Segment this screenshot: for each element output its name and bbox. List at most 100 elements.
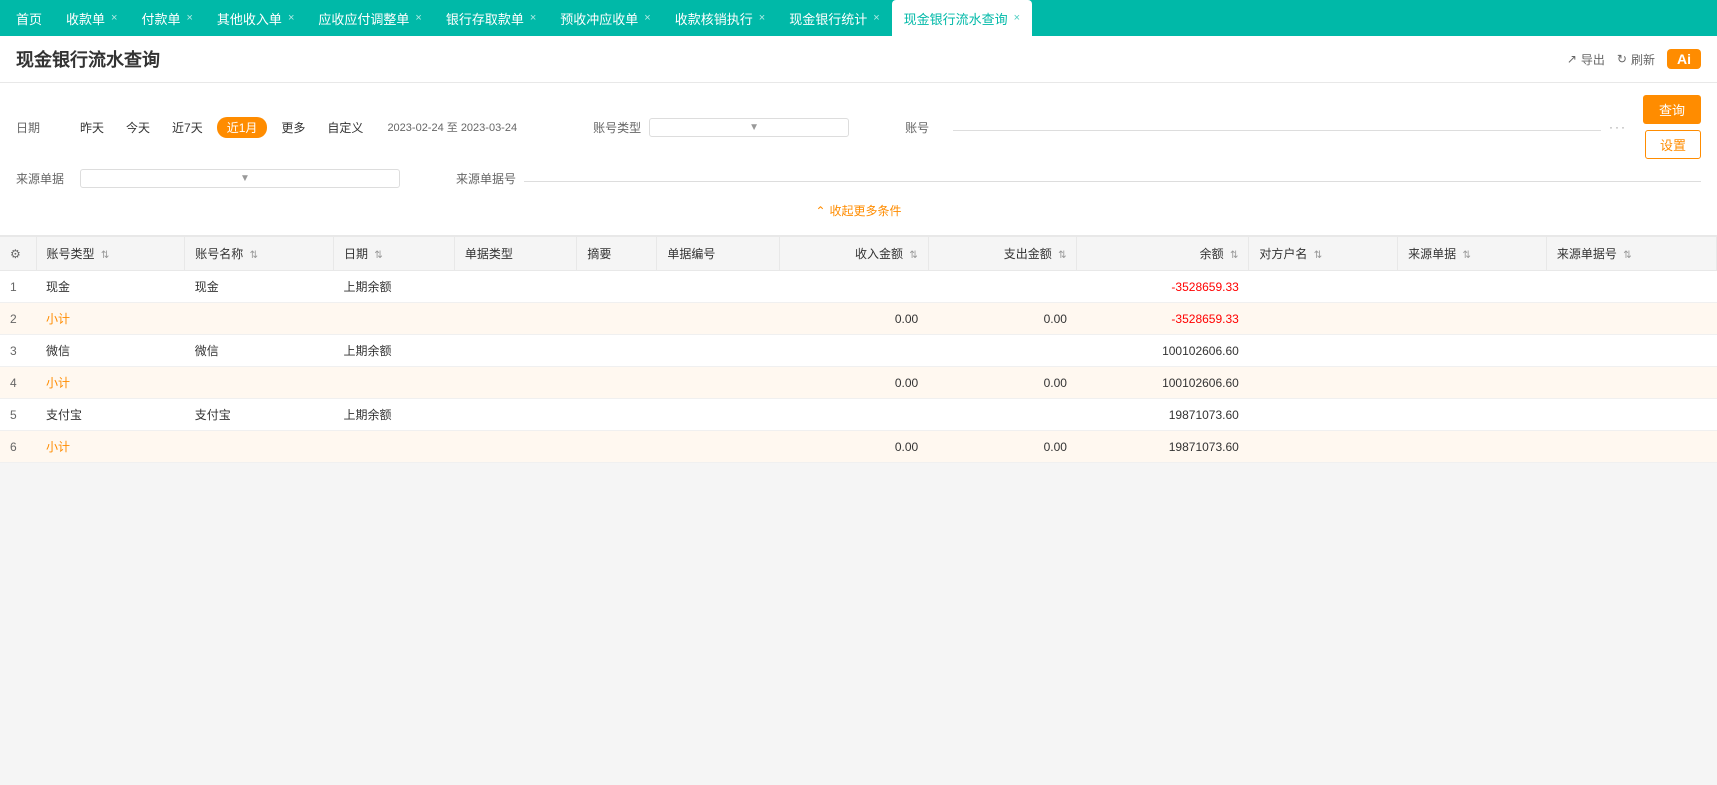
col-account-type[interactable]: 账号类型 ⇅ bbox=[36, 237, 185, 271]
account-input[interactable] bbox=[953, 124, 1601, 131]
account-type-label: 账号类型 bbox=[593, 119, 641, 136]
col-account-name[interactable]: 账号名称 ⇅ bbox=[185, 237, 334, 271]
collapse-more-btn[interactable]: ⌃ 收起更多条件 bbox=[16, 198, 1701, 223]
source-doc-num-label: 来源单据号 bbox=[456, 170, 516, 187]
nav-payment[interactable]: 付款单 × bbox=[129, 0, 204, 36]
cell-expense bbox=[928, 335, 1077, 367]
date-btn-7days[interactable]: 近7天 bbox=[164, 117, 211, 138]
cell-expense bbox=[928, 271, 1077, 303]
nav-home[interactable]: 首页 bbox=[4, 0, 54, 36]
account-more-icon[interactable]: ··· bbox=[1609, 120, 1627, 134]
close-icon[interactable]: × bbox=[111, 12, 117, 24]
cell-doc-type bbox=[454, 271, 577, 303]
nav-cash-flow[interactable]: 现金银行流水查询 × bbox=[892, 0, 1032, 36]
cell-counterpart bbox=[1249, 303, 1398, 335]
cell-summary bbox=[577, 335, 657, 367]
ai-button[interactable]: Ai bbox=[1667, 49, 1701, 69]
table-row: 2小计0.000.00-3528659.33 bbox=[0, 303, 1717, 335]
page-title: 现金银行流水查询 bbox=[16, 46, 160, 72]
source-doc-num-input[interactable] bbox=[524, 175, 1701, 182]
cell-balance: -3528659.33 bbox=[1077, 303, 1249, 335]
cell-account-type: 小计 bbox=[36, 431, 185, 463]
table-row: 6小计0.000.0019871073.60 bbox=[0, 431, 1717, 463]
col-income[interactable]: 收入金额 ⇅ bbox=[779, 237, 928, 271]
cell-num: 5 bbox=[0, 399, 36, 431]
cell-source-doc bbox=[1398, 431, 1547, 463]
cell-source-doc-num bbox=[1546, 303, 1716, 335]
query-button[interactable]: 查询 bbox=[1643, 95, 1701, 124]
nav-bank-deposit[interactable]: 银行存取款单 × bbox=[434, 0, 548, 36]
col-account-name-label: 账号名称 bbox=[195, 247, 243, 261]
close-icon[interactable]: × bbox=[415, 12, 421, 24]
cell-source-doc-num bbox=[1546, 431, 1716, 463]
account-type-select[interactable]: ▼ bbox=[649, 118, 849, 137]
date-btn-more[interactable]: 更多 bbox=[273, 117, 313, 138]
col-source-doc[interactable]: 来源单据 ⇅ bbox=[1398, 237, 1547, 271]
filter-row-date: 日期 昨天 今天 近7天 近1月 更多 自定义 2023-02-24 至 202… bbox=[16, 95, 1701, 159]
cell-expense: 0.00 bbox=[928, 367, 1077, 399]
nav-other-income[interactable]: 其他收入单 × bbox=[205, 0, 306, 36]
cell-balance: 19871073.60 bbox=[1077, 399, 1249, 431]
col-balance-label: 余额 bbox=[1200, 247, 1224, 261]
cell-date: 上期余额 bbox=[334, 335, 455, 367]
col-date[interactable]: 日期 ⇅ bbox=[334, 237, 455, 271]
export-button[interactable]: ↗ 导出 bbox=[1567, 51, 1605, 68]
settings-button[interactable]: 设置 bbox=[1645, 130, 1701, 159]
close-icon[interactable]: × bbox=[873, 12, 879, 24]
sort-icon: ⇅ bbox=[1230, 250, 1238, 261]
col-counterpart[interactable]: 对方户名 ⇅ bbox=[1249, 237, 1398, 271]
refresh-button[interactable]: ↻ 刷新 bbox=[1617, 51, 1655, 68]
cell-doc-num bbox=[657, 367, 780, 399]
cell-counterpart bbox=[1249, 431, 1398, 463]
col-expense[interactable]: 支出金额 ⇅ bbox=[928, 237, 1077, 271]
cell-account-type: 支付宝 bbox=[36, 399, 185, 431]
nav-verify[interactable]: 收款核销执行 × bbox=[663, 0, 777, 36]
close-icon[interactable]: × bbox=[759, 12, 765, 24]
cell-balance: -3528659.33 bbox=[1077, 271, 1249, 303]
sort-icon: ⇅ bbox=[374, 250, 382, 261]
cell-account-name: 支付宝 bbox=[185, 399, 334, 431]
sort-icon: ⇅ bbox=[101, 250, 109, 261]
source-doc-select[interactable]: ▼ bbox=[80, 169, 400, 188]
close-icon[interactable]: × bbox=[530, 12, 536, 24]
close-icon[interactable]: × bbox=[186, 12, 192, 24]
cell-date: 上期余额 bbox=[334, 399, 455, 431]
date-btn-today[interactable]: 今天 bbox=[118, 117, 158, 138]
close-icon[interactable]: × bbox=[1014, 12, 1020, 24]
cell-income: 0.00 bbox=[779, 367, 928, 399]
cell-income bbox=[779, 335, 928, 367]
nav-receipt[interactable]: 收款单 × bbox=[54, 0, 129, 36]
close-icon[interactable]: × bbox=[288, 12, 294, 24]
cell-expense bbox=[928, 399, 1077, 431]
nav-cash-stat[interactable]: 现金银行统计 × bbox=[777, 0, 891, 36]
cell-source-doc-num bbox=[1546, 271, 1716, 303]
nav-ar-ap-adjust[interactable]: 应收应付调整单 × bbox=[306, 0, 433, 36]
close-icon[interactable]: × bbox=[644, 12, 650, 24]
col-settings[interactable]: ⚙ bbox=[0, 237, 36, 271]
nav-prepay[interactable]: 预收冲应收单 × bbox=[548, 0, 662, 36]
filter-actions: 查询 设置 bbox=[1643, 95, 1701, 159]
cell-doc-num bbox=[657, 335, 780, 367]
cell-doc-num bbox=[657, 271, 780, 303]
date-btn-yesterday[interactable]: 昨天 bbox=[72, 117, 112, 138]
page-header: 现金银行流水查询 ↗ 导出 ↻ 刷新 Ai bbox=[0, 36, 1717, 83]
cell-num: 6 bbox=[0, 431, 36, 463]
cell-income: 0.00 bbox=[779, 303, 928, 335]
date-btn-custom[interactable]: 自定义 bbox=[319, 117, 371, 138]
col-source-doc-num[interactable]: 来源单据号 ⇅ bbox=[1546, 237, 1716, 271]
export-icon: ↗ bbox=[1567, 52, 1577, 66]
date-btn-1month[interactable]: 近1月 bbox=[217, 117, 268, 138]
cell-doc-type bbox=[454, 431, 577, 463]
col-balance[interactable]: 余额 ⇅ bbox=[1077, 237, 1249, 271]
settings-icon[interactable]: ⚙ bbox=[10, 247, 21, 261]
cell-account-name: 微信 bbox=[185, 335, 334, 367]
col-doc-num: 单据编号 bbox=[657, 237, 780, 271]
table-row: 3微信微信上期余额100102606.60 bbox=[0, 335, 1717, 367]
table-row: 4小计0.000.00100102606.60 bbox=[0, 367, 1717, 399]
cell-counterpart bbox=[1249, 271, 1398, 303]
cell-counterpart bbox=[1249, 399, 1398, 431]
cell-doc-type bbox=[454, 399, 577, 431]
cell-summary bbox=[577, 271, 657, 303]
table-container: ⚙ 账号类型 ⇅ 账号名称 ⇅ 日期 ⇅ 单据类型 摘要 bbox=[0, 236, 1717, 463]
cell-num: 2 bbox=[0, 303, 36, 335]
